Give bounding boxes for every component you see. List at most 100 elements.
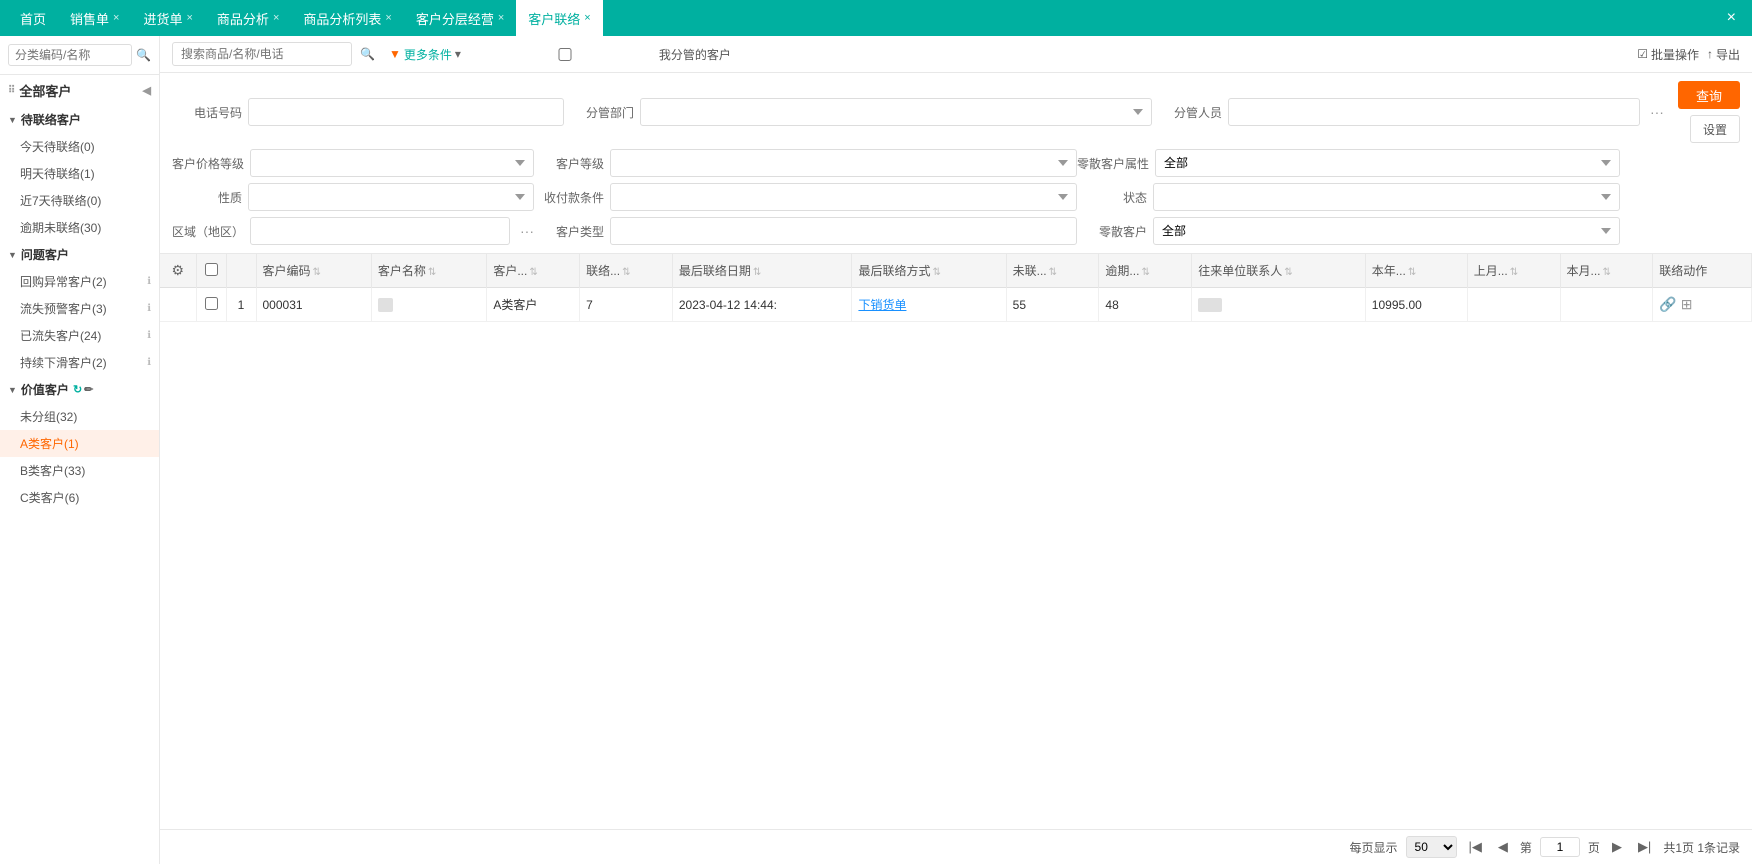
sidebar-search-area: 🔍 <box>0 36 159 75</box>
sort-notcontact-icon[interactable]: ⇅ <box>1049 267 1057 278</box>
sidebar-collapse-icon[interactable]: ◀ <box>143 84 151 97</box>
more-conditions-btn[interactable]: ▼ 更多条件 ▾ <box>383 43 467 66</box>
sidebar-abnormal-repurchase[interactable]: 回购异常客户(2) ℹ <box>0 268 159 295</box>
row-settings-cell <box>160 288 196 322</box>
sort-level-icon[interactable]: ⇅ <box>529 267 537 278</box>
last-page-btn[interactable]: ▶| <box>1634 837 1655 857</box>
nav-close-customer-contact[interactable]: × <box>584 12 590 24</box>
payment-select[interactable] <box>610 183 1077 211</box>
status-select[interactable] <box>1153 183 1620 211</box>
data-table-area: ⚙ 客户编码⇅ 客户名称⇅ 客户...⇅ 联络...⇅ 最后联络日期⇅ 最后联络… <box>160 254 1752 829</box>
col-contact-count: 联络...⇅ <box>580 254 673 288</box>
sort-code-icon[interactable]: ⇅ <box>313 267 321 278</box>
filter-cell-customer-level: 客户等级 <box>534 149 1077 177</box>
nav-close-product-analysis[interactable]: × <box>273 12 279 24</box>
sort-method-icon[interactable]: ⇅ <box>932 267 940 278</box>
my-customers-checkbox-wrap[interactable]: 我分管的客户 <box>475 46 731 63</box>
price-level-select[interactable] <box>250 149 534 177</box>
info-icon-churned: ℹ <box>147 330 151 341</box>
retail-attr-select[interactable]: 全部 <box>1155 149 1620 177</box>
sidebar-section-problem[interactable]: ▼ 问题客户 <box>0 241 159 268</box>
search-input[interactable] <box>172 42 352 66</box>
batch-op-btn[interactable]: ☑ 批量操作 <box>1637 46 1699 63</box>
nav-purchase-order[interactable]: 进货单 × <box>131 0 204 36</box>
nav-sales-order[interactable]: 销售单 × <box>58 0 131 36</box>
row-actions: 🔗 ⊞ <box>1653 288 1752 322</box>
prev-page-btn[interactable]: ◀ <box>1494 837 1512 857</box>
sidebar-section-value[interactable]: ▼ 价值客户 ↻ ✏ <box>0 376 159 403</box>
nav-close-product-analysis-list[interactable]: × <box>385 12 391 24</box>
export-btn[interactable]: ↑ 导出 <box>1707 46 1740 63</box>
sidebar-section-pending[interactable]: ▼ 待联络客户 <box>0 106 159 133</box>
filter-icon: ▼ <box>389 47 401 61</box>
per-page-select[interactable]: 50 100 200 <box>1406 836 1457 858</box>
col-customer-name: 客户名称⇅ <box>371 254 486 288</box>
region-dots-icon[interactable]: ··· <box>520 223 534 239</box>
customer-level-select[interactable] <box>610 149 1077 177</box>
nav-home[interactable]: 首页 <box>8 0 58 36</box>
nature-select[interactable] <box>248 183 534 211</box>
row-num: 1 <box>226 288 256 322</box>
action-qr-icon[interactable]: ⊞ <box>1681 296 1693 313</box>
info-icon-abnormal: ℹ <box>147 276 151 287</box>
retail-customer-select[interactable]: 全部 <box>1153 217 1620 245</box>
sort-thismonth-icon[interactable]: ⇅ <box>1603 267 1611 278</box>
search-icon[interactable]: 🔍 <box>360 47 375 61</box>
row-checkbox[interactable] <box>205 297 218 310</box>
col-customer-code: 客户编码⇅ <box>256 254 371 288</box>
sidebar-churned[interactable]: 已流失客户(24) ℹ <box>0 322 159 349</box>
sort-contact-icon[interactable]: ⇅ <box>622 267 630 278</box>
my-customers-checkbox[interactable] <box>475 48 655 61</box>
next-page-btn[interactable]: ▶ <box>1608 837 1626 857</box>
sidebar-search-icon[interactable]: 🔍 <box>136 48 151 62</box>
region-input[interactable] <box>250 217 510 245</box>
first-page-btn[interactable]: |◀ <box>1465 837 1486 857</box>
batch-icon: ☑ <box>1637 47 1648 61</box>
nav-customer-contact[interactable]: 客户联络 × <box>516 0 602 36</box>
last-method-link[interactable]: 下销货单 <box>858 298 906 312</box>
customer-type-input[interactable] <box>610 217 1077 245</box>
sidebar-class-b[interactable]: B类客户(33) <box>0 457 159 484</box>
nav-product-analysis-list[interactable]: 商品分析列表 × <box>291 0 403 36</box>
sidebar-all-customers[interactable]: ⠿ 全部客户 ◀ <box>0 75 159 106</box>
sidebar-search-input[interactable] <box>8 44 132 66</box>
filter-cell-region: 区域（地区） ··· <box>172 217 534 245</box>
phone-input[interactable] <box>248 98 564 126</box>
nav-close-customer-segment[interactable]: × <box>498 12 504 24</box>
person-input[interactable] <box>1228 98 1640 126</box>
sidebar-ungrouped[interactable]: 未分组(32) <box>0 403 159 430</box>
table-header-row: ⚙ 客户编码⇅ 客户名称⇅ 客户...⇅ 联络...⇅ 最后联络日期⇅ 最后联络… <box>160 254 1752 288</box>
sidebar-class-a[interactable]: A类客户(1) <box>0 430 159 457</box>
col-num <box>226 254 256 288</box>
nav-product-analysis[interactable]: 商品分析 × <box>205 0 291 36</box>
sort-person-icon[interactable]: ⇅ <box>1284 267 1292 278</box>
filter-cell-dept: 分管部门 <box>564 98 1152 126</box>
sort-lastmonth-icon[interactable]: ⇅ <box>1510 267 1518 278</box>
select-all-checkbox[interactable] <box>205 263 218 276</box>
sort-year-icon[interactable]: ⇅ <box>1408 267 1416 278</box>
dept-select[interactable] <box>640 98 1152 126</box>
nav-close-purchase-order[interactable]: × <box>186 12 192 24</box>
nav-close-sales-order[interactable]: × <box>113 12 119 24</box>
sidebar-class-c[interactable]: C类客户(6) <box>0 484 159 511</box>
sidebar-overdue-pending[interactable]: 逾期未联络(30) <box>0 214 159 241</box>
row-code: 000031 <box>256 288 371 322</box>
sort-overdue-icon[interactable]: ⇅ <box>1141 267 1149 278</box>
refresh-value-icon[interactable]: ↻ <box>73 383 82 396</box>
nav-customer-segment[interactable]: 客户分层经营 × <box>404 0 516 36</box>
table-settings-icon[interactable]: ⚙ <box>171 262 184 278</box>
sidebar-churn-warning[interactable]: 流失预警客户(3) ℹ <box>0 295 159 322</box>
query-button[interactable]: 查询 <box>1678 81 1740 109</box>
edit-value-icon[interactable]: ✏ <box>84 383 93 396</box>
action-link-icon[interactable]: 🔗 <box>1659 296 1676 313</box>
page-input[interactable] <box>1540 837 1580 857</box>
sidebar-tomorrow-pending[interactable]: 明天待联络(1) <box>0 160 159 187</box>
sort-name-icon[interactable]: ⇅ <box>428 267 436 278</box>
sidebar-declining[interactable]: 持续下滑客户(2) ℹ <box>0 349 159 376</box>
sidebar-week-pending[interactable]: 近7天待联络(0) <box>0 187 159 214</box>
sidebar-today-pending[interactable]: 今天待联络(0) <box>0 133 159 160</box>
person-dots-icon[interactable]: ··· <box>1650 104 1664 120</box>
sort-date-icon[interactable]: ⇅ <box>753 267 761 278</box>
close-all-tabs-icon[interactable]: × <box>1719 9 1744 27</box>
settings-button[interactable]: 设置 <box>1690 115 1740 143</box>
